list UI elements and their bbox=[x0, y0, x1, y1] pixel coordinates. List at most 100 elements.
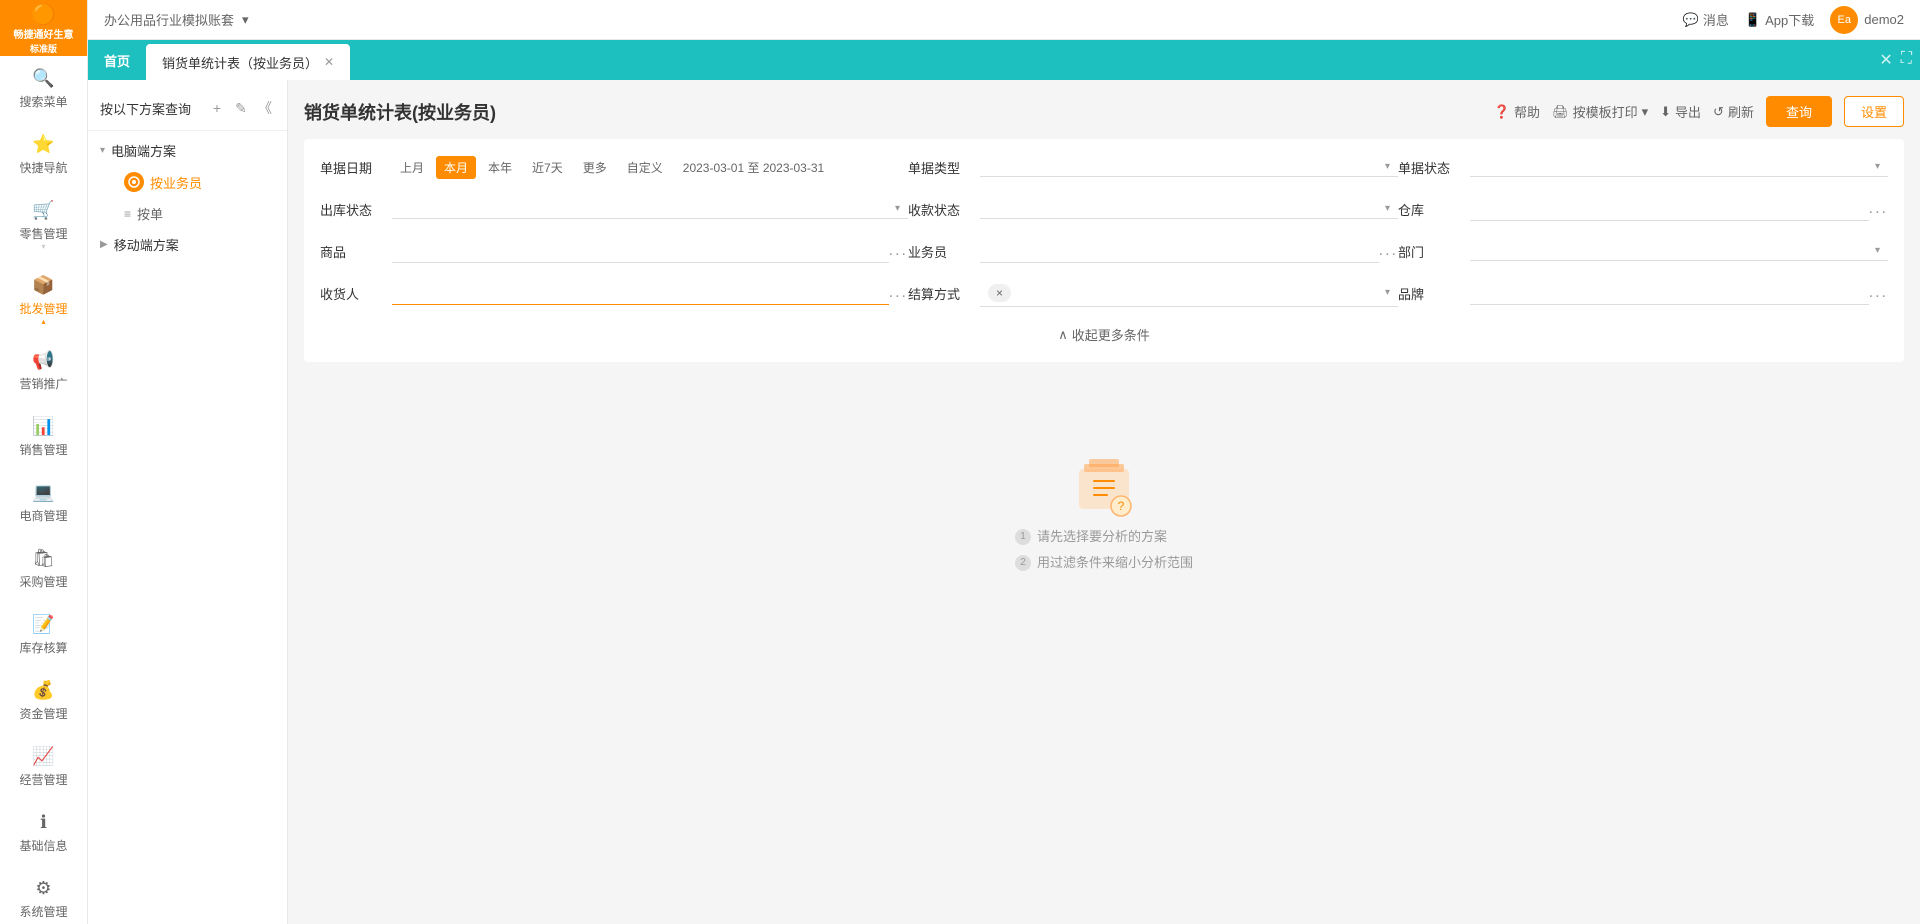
user-avatar: Ea bbox=[1830, 6, 1858, 34]
consignee-input[interactable] bbox=[392, 281, 889, 305]
date-btn-7days[interactable]: 近7天 bbox=[524, 156, 571, 179]
tree-sub-item-order[interactable]: ≡ 按单 bbox=[108, 198, 287, 229]
tree-item-pc[interactable]: ▾ 电脑端方案 bbox=[88, 135, 287, 166]
sidebar-item-label: 资金管理 bbox=[19, 705, 67, 722]
department-select[interactable]: ▾ bbox=[1470, 241, 1888, 261]
consignee-more-icon[interactable]: ... bbox=[889, 284, 908, 302]
export-btn[interactable]: ⬇ 导出 bbox=[1660, 102, 1701, 121]
wholesale-icon: 📦 bbox=[32, 275, 54, 296]
collapse-panel-btn[interactable]: 《 bbox=[255, 98, 275, 118]
brand-more-icon[interactable]: ... bbox=[1869, 284, 1888, 302]
left-panel-title-text: 按以下方案查询 bbox=[100, 99, 191, 118]
sidebar-item-retail[interactable]: 🛒 零售管理 ▾ bbox=[0, 188, 88, 263]
warehouse-more-icon[interactable]: ... bbox=[1869, 200, 1888, 218]
sidebar-item-inventory[interactable]: 📝 库存核算 bbox=[0, 602, 88, 668]
refresh-btn[interactable]: ↺ 刷新 bbox=[1713, 102, 1754, 121]
outstatus-arrow-icon: ▾ bbox=[895, 203, 900, 214]
sidebar-item-system[interactable]: ⚙ 系统管理 bbox=[0, 866, 88, 924]
collapse-filter-btn[interactable]: ∧ 收起更多条件 bbox=[320, 319, 1888, 350]
setting-button[interactable]: 设置 bbox=[1844, 96, 1904, 127]
tabbar: 首页 销货单统计表（按业务员） ✕ ✕ ⛶ bbox=[88, 40, 1920, 80]
tree-item-label: 移动端方案 bbox=[114, 235, 179, 254]
sidebar-item-purchase[interactable]: 🛍 采购管理 bbox=[0, 536, 88, 602]
paymentstatus-arrow-icon: ▾ bbox=[1385, 203, 1390, 214]
help-label: 帮助 bbox=[1514, 102, 1540, 121]
sidebar-item-finance[interactable]: 💰 资金管理 bbox=[0, 668, 88, 734]
sidebar-item-marketing[interactable]: 📢 营销推广 bbox=[0, 338, 88, 404]
tab-sales-stat-label: 销货单统计表（按业务员） bbox=[162, 53, 318, 72]
settlement-tag-close[interactable]: × bbox=[996, 286, 1003, 300]
tip1-text: 请先选择要分析的方案 bbox=[1037, 524, 1167, 550]
export-label: 导出 bbox=[1675, 102, 1701, 121]
sidebar-item-quicknav[interactable]: ⭐ 快捷导航 bbox=[0, 122, 88, 188]
sidebar-item-sales[interactable]: 📊 销售管理 bbox=[0, 404, 88, 470]
brand-input[interactable] bbox=[1470, 281, 1869, 305]
filter-row-1: 单据日期 上月 本月 本年 近7天 更多 自定义 2023-03-01 至 20… bbox=[320, 151, 1888, 183]
operations-icon: 📈 bbox=[32, 746, 54, 767]
maximize-window-icon[interactable]: ⛶ bbox=[1901, 50, 1912, 70]
tab-home[interactable]: 首页 bbox=[88, 40, 146, 80]
sidebar-item-operations[interactable]: 📈 经营管理 bbox=[0, 734, 88, 800]
tab-sales-stat[interactable]: 销货单统计表（按业务员） ✕ bbox=[146, 44, 350, 80]
sidebar-item-search[interactable]: 🔍 搜索菜单 bbox=[0, 56, 88, 122]
date-btn-custom[interactable]: 自定义 bbox=[619, 156, 671, 179]
app-name: 办公用品行业模拟账套 bbox=[104, 10, 234, 29]
sidebar-item-basic-info[interactable]: ℹ 基础信息 bbox=[0, 800, 88, 866]
sidebar-item-label: 销售管理 bbox=[19, 441, 67, 458]
empty-illustration: ? bbox=[1059, 434, 1149, 524]
filter-brand-item: 品牌 ... bbox=[1398, 277, 1888, 309]
goods-input[interactable] bbox=[392, 239, 889, 263]
outstatus-label: 出库状态 bbox=[320, 200, 392, 219]
query-button[interactable]: 查询 bbox=[1766, 96, 1832, 127]
empty-state: ? 1 请先选择要分析的方案 2 用过滤条件来缩小分析范围 bbox=[304, 374, 1904, 636]
left-panel: 按以下方案查询 + ✎ 《 ▾ 电脑端方案 按业务员 bbox=[88, 80, 288, 924]
active-indicator bbox=[124, 172, 144, 192]
goods-more-icon[interactable]: ... bbox=[889, 242, 908, 260]
tip-1: 1 请先选择要分析的方案 bbox=[1015, 524, 1193, 550]
left-panel-title-bar: 按以下方案查询 + ✎ 《 bbox=[88, 90, 287, 126]
add-scheme-btn[interactable]: + bbox=[207, 98, 227, 118]
message-btn[interactable]: 💬 消息 bbox=[1683, 10, 1729, 29]
app-download-btn[interactable]: 📱 App下载 bbox=[1745, 10, 1814, 29]
salesperson-input[interactable] bbox=[980, 239, 1379, 263]
date-btn-thismonth[interactable]: 本月 bbox=[436, 156, 476, 179]
user-menu[interactable]: Ea demo2 bbox=[1830, 6, 1904, 34]
dropdown-icon[interactable]: ▾ bbox=[242, 12, 249, 28]
ecommerce-icon: 💻 bbox=[32, 482, 54, 503]
close-window-icon[interactable]: ✕ bbox=[1879, 50, 1892, 70]
date-btn-thisyear[interactable]: 本年 bbox=[480, 156, 520, 179]
tree-item-mobile[interactable]: ▶ 移动端方案 bbox=[88, 229, 287, 260]
filter-warehouse-item: 仓库 ... bbox=[1398, 193, 1888, 225]
retail-icon: 🛒 bbox=[32, 200, 54, 221]
print-btn[interactable]: 🖨 按模板打印 ▾ bbox=[1552, 102, 1648, 121]
purchase-icon: 🛍 bbox=[32, 548, 55, 569]
tip2-text: 用过滤条件来缩小分析范围 bbox=[1037, 550, 1193, 576]
doctype-label: 单据类型 bbox=[908, 158, 980, 177]
inventory-icon: 📝 bbox=[32, 614, 54, 635]
settlement-select[interactable]: × ▾ bbox=[980, 280, 1398, 307]
sales-icon: 📊 bbox=[32, 416, 54, 437]
help-btn[interactable]: ❓ 帮助 bbox=[1494, 102, 1540, 121]
sidebar-item-label: 电商管理 bbox=[19, 507, 67, 524]
salesperson-more-icon[interactable]: ... bbox=[1379, 242, 1398, 260]
tab-close-icon[interactable]: ✕ bbox=[324, 55, 334, 69]
tree-sub-item-salesperson[interactable]: 按业务员 bbox=[108, 166, 287, 198]
svg-text:?: ? bbox=[1118, 499, 1125, 513]
outstatus-select[interactable]: ▾ bbox=[392, 199, 908, 219]
edit-scheme-btn[interactable]: ✎ bbox=[231, 98, 251, 118]
paymentstatus-select[interactable]: ▾ bbox=[980, 199, 1398, 219]
settlement-tag: × bbox=[988, 284, 1011, 302]
date-btn-lastmonth[interactable]: 上月 bbox=[392, 156, 432, 179]
topbar: 办公用品行业模拟账套 ▾ 💬 消息 📱 App下载 Ea demo2 bbox=[88, 0, 1920, 40]
doctype-select[interactable]: ▾ bbox=[980, 157, 1398, 177]
warehouse-input[interactable] bbox=[1470, 197, 1869, 221]
sidebar-item-ecommerce[interactable]: 💻 电商管理 bbox=[0, 470, 88, 536]
help-icon: ❓ bbox=[1494, 104, 1510, 120]
sidebar-item-wholesale[interactable]: 📦 批发管理 ▴ bbox=[0, 263, 88, 338]
filter-row-2: 出库状态 ▾ 收款状态 ▾ 仓库 bbox=[320, 193, 1888, 225]
date-btn-more[interactable]: 更多 bbox=[575, 156, 615, 179]
print-dropdown-icon: ▾ bbox=[1642, 104, 1649, 120]
docstatus-select[interactable]: ▾ bbox=[1470, 157, 1888, 177]
tree-arrow-right-icon: ▶ bbox=[100, 239, 108, 250]
filter-settlement-item: 结算方式 × ▾ bbox=[908, 277, 1398, 309]
